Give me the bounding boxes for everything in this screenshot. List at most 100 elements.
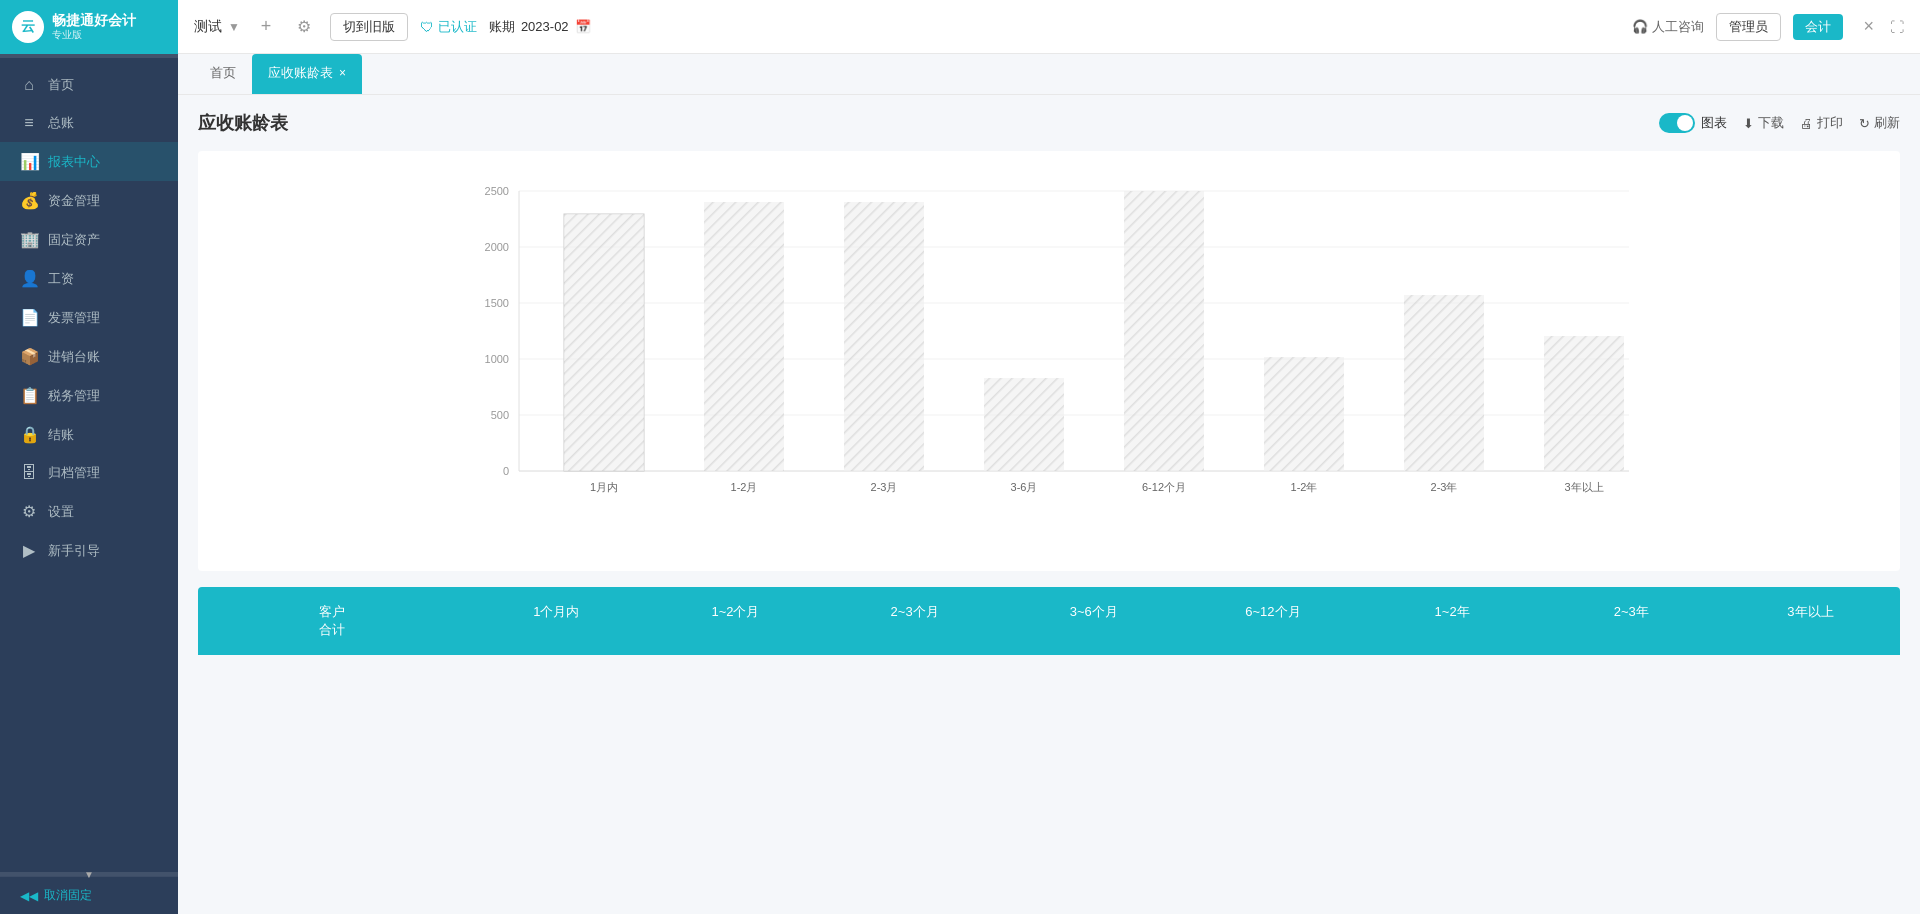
print-btn[interactable]: 🖨 打印 bbox=[1800, 114, 1843, 132]
sidebar-item-archive[interactable]: 🗄 归档管理 bbox=[0, 454, 178, 492]
logo-icon: 云 bbox=[12, 11, 44, 43]
sidebar-item-closing-label: 结账 bbox=[48, 426, 74, 444]
add-button[interactable]: + bbox=[252, 13, 280, 41]
wages-icon: 👤 bbox=[20, 269, 38, 288]
svg-text:6-12个月: 6-12个月 bbox=[1142, 481, 1186, 493]
certified-icon: 🛡 bbox=[420, 19, 434, 35]
svg-text:1500: 1500 bbox=[485, 297, 509, 309]
main-area: 测试 ▼ + ⚙ 切到旧版 🛡 已认证 账期 2023-02 📅 🎧 人工咨询 … bbox=[178, 0, 1920, 914]
svg-text:2-3月: 2-3月 bbox=[871, 481, 898, 493]
svg-text:1月内: 1月内 bbox=[590, 481, 618, 493]
svg-rect-17 bbox=[844, 202, 924, 471]
sidebar-logo: 云 畅捷通好会计 专业版 bbox=[0, 0, 178, 54]
consulting-label: 人工咨询 bbox=[1652, 18, 1704, 36]
ledger-icon: ≡ bbox=[20, 114, 38, 132]
col-1-2month: 1~2个月 bbox=[646, 603, 825, 621]
col-6-12month: 6~12个月 bbox=[1183, 603, 1362, 621]
report-icon: 📊 bbox=[20, 152, 38, 171]
svg-rect-16 bbox=[704, 202, 784, 471]
sidebar-item-archive-label: 归档管理 bbox=[48, 464, 100, 482]
sidebar-item-tax[interactable]: 📋 税务管理 bbox=[0, 376, 178, 415]
print-label: 打印 bbox=[1817, 114, 1843, 132]
col-3-6month: 3~6个月 bbox=[1004, 603, 1183, 621]
sidebar-item-invoice[interactable]: 📄 发票管理 bbox=[0, 298, 178, 337]
svg-text:500: 500 bbox=[491, 409, 509, 421]
window-expand-btn[interactable]: ⛶ bbox=[1890, 19, 1904, 35]
consulting-icon: 🎧 bbox=[1632, 19, 1648, 34]
period-display: 账期 2023-02 📅 bbox=[489, 18, 591, 36]
guide-icon: ▶ bbox=[20, 541, 38, 560]
switch-old-btn[interactable]: 切到旧版 bbox=[330, 13, 408, 41]
cancel-fixed-icon: ◀◀ bbox=[20, 889, 38, 903]
app-name: 畅捷通好会计 bbox=[52, 12, 136, 29]
assets-icon: 🏢 bbox=[20, 230, 38, 249]
chart-container: 0 500 1000 1500 2000 2500 bbox=[198, 151, 1900, 571]
col-1month: 1个月内 bbox=[467, 603, 646, 621]
svg-rect-15 bbox=[564, 214, 644, 471]
workspace-chevron-icon[interactable]: ▼ bbox=[228, 20, 240, 34]
period-text-label: 账期 bbox=[489, 18, 515, 36]
sidebar-item-stock[interactable]: 📦 进销台账 bbox=[0, 337, 178, 376]
archive-icon: 🗄 bbox=[20, 464, 38, 482]
sidebar-item-stock-label: 进销台账 bbox=[48, 348, 100, 366]
sidebar-item-home[interactable]: ⌂ 首页 bbox=[0, 66, 178, 104]
sidebar-nav: ⌂ 首页 ≡ 总账 📊 报表中心 💰 资金管理 🏢 固定资产 👤 工资 📄 发票… bbox=[0, 58, 178, 872]
sidebar-item-ledger-label: 总账 bbox=[48, 114, 74, 132]
svg-rect-20 bbox=[1264, 357, 1344, 471]
sidebar-item-ledger[interactable]: ≡ 总账 bbox=[0, 104, 178, 142]
col-total: 合计 bbox=[198, 621, 467, 639]
tabs-bar: 首页 应收账龄表 × bbox=[178, 54, 1920, 95]
sidebar-item-report[interactable]: 📊 报表中心 bbox=[0, 142, 178, 181]
chart-toggle[interactable] bbox=[1659, 113, 1695, 133]
sidebar-item-wages[interactable]: 👤 工资 bbox=[0, 259, 178, 298]
consulting-btn[interactable]: 🎧 人工咨询 bbox=[1632, 18, 1704, 36]
svg-text:1-2年: 1-2年 bbox=[1291, 481, 1318, 493]
col-2-3month: 2~3个月 bbox=[825, 603, 1004, 621]
svg-rect-18 bbox=[984, 378, 1064, 471]
svg-rect-19 bbox=[1124, 191, 1204, 471]
window-close-btn[interactable]: × bbox=[1863, 16, 1874, 37]
download-icon: ⬇ bbox=[1743, 116, 1754, 131]
sidebar-item-tax-label: 税务管理 bbox=[48, 387, 100, 405]
col-customer: 客户 bbox=[198, 603, 467, 621]
sidebar-item-invoice-label: 发票管理 bbox=[48, 309, 100, 327]
svg-text:2500: 2500 bbox=[485, 185, 509, 197]
refresh-btn[interactable]: ↻ 刷新 bbox=[1859, 114, 1900, 132]
tab-home[interactable]: 首页 bbox=[194, 54, 252, 94]
svg-text:0: 0 bbox=[503, 465, 509, 477]
sidebar-item-funds[interactable]: 💰 资金管理 bbox=[0, 181, 178, 220]
sidebar-cancel-fixed[interactable]: ◀◀ 取消固定 bbox=[0, 876, 178, 914]
svg-text:1000: 1000 bbox=[485, 353, 509, 365]
sidebar-item-report-label: 报表中心 bbox=[48, 153, 100, 171]
chart-toggle-label: 图表 bbox=[1701, 114, 1727, 132]
calendar-icon[interactable]: 📅 bbox=[575, 19, 591, 34]
svg-rect-22 bbox=[1544, 336, 1624, 471]
invoice-icon: 📄 bbox=[20, 308, 38, 327]
tab-ar-aging[interactable]: 应收账龄表 × bbox=[252, 54, 362, 94]
role-button[interactable]: 会计 bbox=[1793, 14, 1843, 40]
sidebar-item-guide[interactable]: ▶ 新手引导 bbox=[0, 531, 178, 570]
download-label: 下载 bbox=[1758, 114, 1784, 132]
table-header: 客户 1个月内 1~2个月 2~3个月 3~6个月 6~12个月 1~2年 2~… bbox=[198, 587, 1900, 655]
sidebar-item-closing[interactable]: 🔒 结账 bbox=[0, 415, 178, 454]
sidebar-item-settings[interactable]: ⚙ 设置 bbox=[0, 492, 178, 531]
sidebar-item-assets[interactable]: 🏢 固定资产 bbox=[0, 220, 178, 259]
svg-text:1-2月: 1-2月 bbox=[731, 481, 758, 493]
tab-ar-aging-close-icon[interactable]: × bbox=[339, 66, 346, 80]
page-title: 应收账龄表 bbox=[198, 111, 288, 135]
sidebar-item-funds-label: 资金管理 bbox=[48, 192, 100, 210]
certified-status: 🛡 已认证 bbox=[420, 18, 477, 36]
page-actions: 图表 ⬇ 下载 🖨 打印 ↻ 刷新 bbox=[1659, 113, 1900, 133]
svg-text:3年以上: 3年以上 bbox=[1564, 481, 1603, 493]
col-3plus-year: 3年以上 bbox=[1721, 603, 1900, 621]
logo-text-block: 畅捷通好会计 专业版 bbox=[52, 12, 136, 43]
sidebar-item-home-label: 首页 bbox=[48, 76, 74, 94]
settings-button[interactable]: ⚙ bbox=[290, 13, 318, 41]
bar-chart: 0 500 1000 1500 2000 2500 bbox=[218, 171, 1880, 531]
tab-ar-aging-label: 应收账龄表 bbox=[268, 64, 333, 82]
sidebar-item-guide-label: 新手引导 bbox=[48, 542, 100, 560]
app-version: 专业版 bbox=[52, 28, 82, 42]
download-btn[interactable]: ⬇ 下载 bbox=[1743, 114, 1784, 132]
col-2-3year: 2~3年 bbox=[1542, 603, 1721, 621]
user-button[interactable]: 管理员 bbox=[1716, 13, 1781, 41]
